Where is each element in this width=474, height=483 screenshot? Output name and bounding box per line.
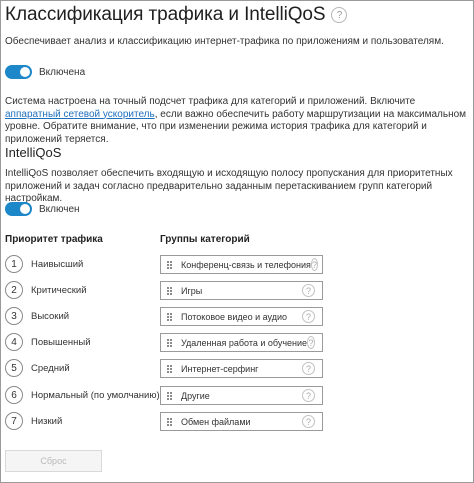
notice-text-before: Система настроена на точный подсчет траф… — [5, 96, 416, 107]
priority-row: 7 Низкий — [5, 411, 62, 431]
classification-toggle[interactable] — [5, 65, 32, 79]
toggle-knob — [20, 67, 30, 77]
category-group-label: Игры — [181, 285, 203, 296]
priority-label: Критический — [31, 284, 87, 296]
category-group-label: Потоковое видео и аудио — [181, 311, 288, 322]
priority-label: Нормальный (по умолчанию) — [31, 389, 160, 401]
priority-number: 4 — [5, 333, 23, 351]
drag-handle-icon[interactable] — [167, 312, 172, 321]
reset-button[interactable]: Сброс — [5, 450, 102, 472]
help-icon[interactable]: ? — [302, 362, 315, 375]
help-icon[interactable]: ? — [302, 389, 315, 402]
category-group-item[interactable]: Удаленная работа и обучение ? — [160, 333, 323, 352]
notice-text: Система настроена на точный подсчет траф… — [5, 96, 470, 146]
help-icon[interactable]: ? — [310, 258, 318, 271]
category-group-item[interactable]: Конференц-связь и телефония ? — [160, 255, 323, 274]
drag-handle-icon[interactable] — [167, 260, 172, 269]
drag-handle-icon[interactable] — [167, 417, 172, 426]
category-group-label: Конференц-связь и телефония — [181, 259, 311, 270]
priority-row: 5 Средний — [5, 358, 70, 378]
category-group-item[interactable]: Другие ? — [160, 386, 323, 405]
category-group-label: Удаленная работа и обучение — [181, 337, 308, 348]
priority-label: Наивысший — [31, 258, 84, 270]
category-group-label: Другие — [181, 390, 210, 401]
title-row: Классификация трафика и IntelliQoS ? — [5, 4, 348, 26]
intelliqos-toggle[interactable] — [5, 202, 32, 216]
priority-number: 6 — [5, 386, 23, 404]
intelliqos-title: IntelliQoS — [5, 145, 62, 160]
intro-description: Обеспечивает анализ и классификацию инте… — [5, 36, 444, 47]
classification-toggle-row: Включена — [5, 65, 85, 79]
page-title: Классификация трафика и IntelliQoS — [5, 4, 326, 25]
priority-label: Высокий — [31, 310, 70, 322]
classification-toggle-label: Включена — [39, 66, 86, 78]
priority-row: 3 Высокий — [5, 306, 69, 326]
priority-row: 1 Наивысший — [5, 254, 83, 274]
intelliqos-toggle-label: Включен — [39, 203, 80, 215]
priority-row: 6 Нормальный (по умолчанию) — [5, 385, 160, 405]
priority-column-header: Приоритет трафика — [5, 234, 103, 245]
help-icon[interactable]: ? — [302, 310, 315, 323]
priority-label: Повышенный — [31, 336, 91, 348]
priority-number: 2 — [5, 281, 23, 299]
category-group-item[interactable]: Интернет-серфинг ? — [160, 359, 323, 378]
drag-handle-icon[interactable] — [167, 286, 172, 295]
priority-number: 1 — [5, 255, 23, 273]
drag-handle-icon[interactable] — [167, 391, 172, 400]
priority-number: 5 — [5, 359, 23, 377]
priority-label: Низкий — [31, 415, 63, 427]
category-group-item[interactable]: Игры ? — [160, 281, 323, 300]
priority-label: Средний — [31, 362, 70, 374]
priority-number: 3 — [5, 307, 23, 325]
category-group-item[interactable]: Потоковое видео и аудио ? — [160, 307, 323, 326]
groups-column-header: Группы категорий — [160, 234, 250, 245]
drag-handle-icon[interactable] — [167, 338, 172, 347]
hardware-accelerator-link[interactable]: аппаратный сетевой ускоритель — [5, 109, 155, 120]
drag-handle-icon[interactable] — [167, 364, 172, 373]
category-group-label: Обмен файлами — [181, 416, 251, 427]
category-group-item[interactable]: Обмен файлами ? — [160, 412, 323, 431]
help-icon[interactable]: ? — [331, 7, 348, 23]
help-icon[interactable]: ? — [302, 415, 315, 428]
help-icon[interactable]: ? — [307, 336, 315, 349]
priority-row: 4 Повышенный — [5, 332, 91, 352]
priority-number: 7 — [5, 412, 23, 430]
priority-row: 2 Критический — [5, 280, 87, 300]
category-group-label: Интернет-серфинг — [181, 363, 259, 374]
help-icon[interactable]: ? — [302, 284, 315, 297]
intelliqos-description: IntelliQoS позволяет обеспечить входящую… — [5, 168, 453, 204]
toggle-knob — [20, 204, 30, 214]
intelliqos-toggle-row: Включен — [5, 202, 80, 216]
